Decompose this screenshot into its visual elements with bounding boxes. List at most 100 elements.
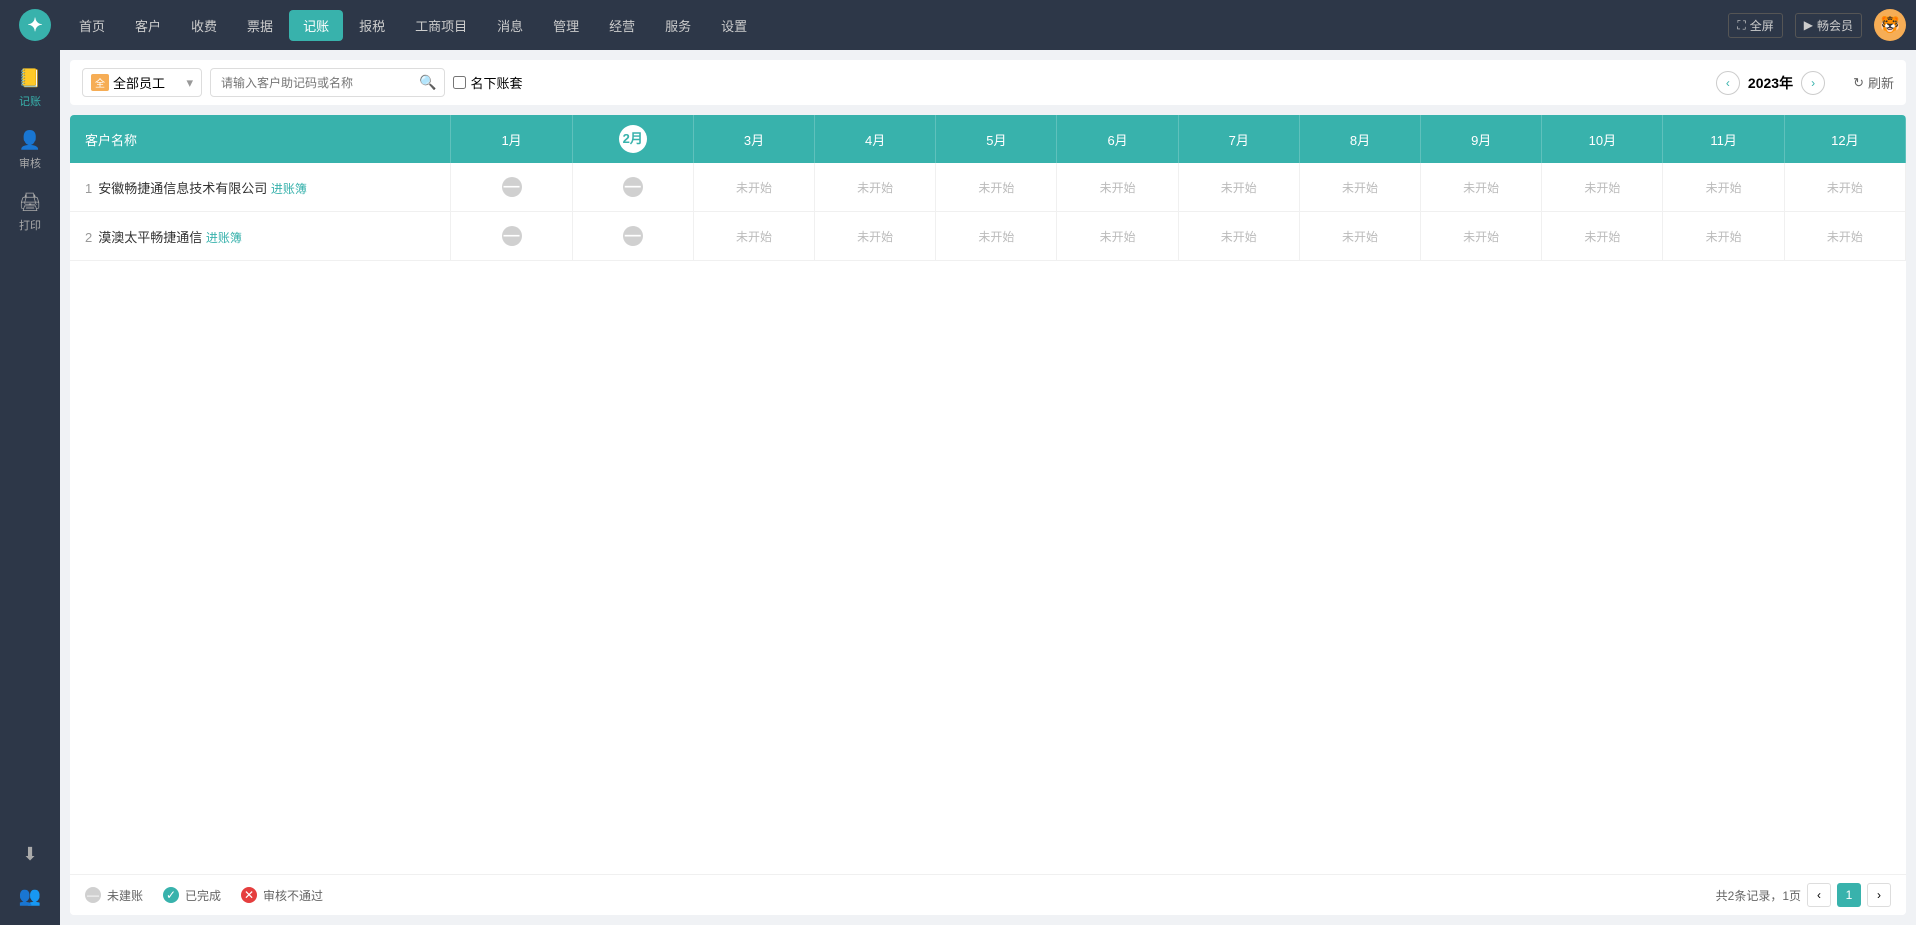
vip-label: 畅会员 [1817, 17, 1853, 34]
user-avatar[interactable]: 🐯 [1874, 9, 1906, 41]
cell-m2: — [572, 212, 693, 261]
status-not-started: 未开始 [1706, 181, 1742, 195]
refresh-button[interactable]: ↻ 刷新 [1853, 73, 1894, 92]
sidebar-icon: 🖨 [19, 192, 42, 213]
page-next-button[interactable]: › [1867, 883, 1891, 907]
nav-item-收费[interactable]: 收费 [177, 10, 231, 41]
nav-item-客户[interactable]: 客户 [121, 10, 175, 41]
status-not-started: 未开始 [1584, 181, 1620, 195]
column-m2: 2月 [572, 115, 693, 163]
toolbar: 全 全部员工 ▾ 🔍 名下账套 ‹ 2023年 › ↻ 刷新 [70, 60, 1906, 105]
year-next-button[interactable]: › [1801, 71, 1825, 95]
cell-m4: 未开始 [815, 163, 936, 212]
enter-account-link[interactable]: 进账簿 [206, 231, 242, 245]
app-logo: ✦ [10, 9, 60, 41]
sidebar-bottom-item[interactable]: ⬇ [4, 836, 56, 873]
legend-rejected: ✕ 审核不通过 [241, 887, 323, 904]
legend-completed-label: 已完成 [185, 887, 221, 904]
cell-m1: — [451, 163, 572, 212]
nav-item-经营[interactable]: 经营 [595, 10, 649, 41]
main-table: 客户名称1月2月3月4月5月6月7月8月9月10月11月12月 1安徽畅捷通信息… [70, 115, 1906, 261]
column-m10: 10月 [1542, 115, 1663, 163]
top-navigation: ✦ 首页客户收费票据记账报税工商项目消息管理经营服务设置 ⛶ 全屏 ▶ 畅会员 … [0, 0, 1916, 50]
vip-button[interactable]: ▶ 畅会员 [1795, 13, 1862, 38]
nav-item-管理[interactable]: 管理 [539, 10, 593, 41]
nav-item-消息[interactable]: 消息 [483, 10, 537, 41]
status-not-started: 未开始 [1221, 230, 1257, 244]
fullscreen-icon: ⛶ [1737, 18, 1745, 33]
page-prev-button[interactable]: ‹ [1807, 883, 1831, 907]
column-m4: 4月 [815, 115, 936, 163]
table-footer: — 未建账 ✓ 已完成 ✕ 审核不通过 共2条记录，1页 ‹ 1 › [70, 874, 1906, 915]
column-m5: 5月 [936, 115, 1057, 163]
cell-m3: 未开始 [693, 212, 814, 261]
status-not-started: 未开始 [978, 230, 1014, 244]
status-minus-icon: — [502, 177, 522, 197]
cell-m12: 未开始 [1784, 163, 1905, 212]
sidebar-bottom-icon: 👥 [19, 886, 41, 907]
cell-m5: 未开始 [936, 163, 1057, 212]
cell-m1: — [451, 212, 572, 261]
sidebar-item-记账[interactable]: 📒 记账 [4, 60, 56, 117]
status-not-started: 未开始 [1463, 230, 1499, 244]
year-nav: ‹ 2023年 › [1716, 71, 1825, 95]
search-input[interactable] [211, 71, 411, 95]
refresh-icon: ↻ [1853, 75, 1864, 91]
cell-m9: 未开始 [1421, 163, 1542, 212]
status-not-started: 未开始 [1221, 181, 1257, 195]
cell-m9: 未开始 [1421, 212, 1542, 261]
status-not-started: 未开始 [1463, 181, 1499, 195]
nav-item-服务[interactable]: 服务 [651, 10, 705, 41]
status-not-started: 未开始 [1342, 181, 1378, 195]
column-m6: 6月 [1057, 115, 1178, 163]
column-m11: 11月 [1663, 115, 1784, 163]
cell-m5: 未开始 [936, 212, 1057, 261]
cell-name: 1安徽畅捷通信息技术有限公司 进账簿 [70, 163, 451, 212]
nav-item-设置[interactable]: 设置 [707, 10, 761, 41]
sidebar-label: 记账 [19, 93, 41, 109]
year-text: 2023年 [1748, 73, 1793, 93]
legend-not-started: — 未建账 [85, 887, 143, 904]
nav-items: 首页客户收费票据记账报税工商项目消息管理经营服务设置 [65, 10, 1728, 41]
vip-icon: ▶ [1804, 18, 1813, 32]
status-not-started: 未开始 [1706, 230, 1742, 244]
sidebar-item-审核[interactable]: 👤审核 [4, 122, 56, 179]
legend-completed: ✓ 已完成 [163, 887, 221, 904]
sidebar-label: 审核 [19, 155, 41, 171]
status-not-started: 未开始 [1100, 230, 1136, 244]
sidebar-label: 打印 [19, 217, 41, 233]
sidebar-item-打印[interactable]: 🖨 打印 [4, 184, 56, 241]
nav-item-首页[interactable]: 首页 [65, 10, 119, 41]
enter-account-link[interactable]: 进账簿 [271, 182, 307, 196]
column-m8: 8月 [1299, 115, 1420, 163]
table-row: 2漠澳太平畅捷通信 进账簿——未开始未开始未开始未开始未开始未开始未开始未开始未… [70, 212, 1906, 261]
active-month: 2月 [619, 125, 647, 153]
employee-icon: 全 [91, 74, 109, 91]
status-minus-icon: — [502, 226, 522, 246]
checkbox-text: 名下账套 [470, 73, 522, 92]
sidebar-bottom-item[interactable]: 👥 [4, 878, 56, 915]
sidebar-icon: 📒 [19, 68, 41, 89]
year-prev-button[interactable]: ‹ [1716, 71, 1740, 95]
cell-m4: 未开始 [815, 212, 936, 261]
cell-m6: 未开始 [1057, 163, 1178, 212]
employee-select[interactable]: 全 全部员工 ▾ [82, 68, 202, 97]
nav-item-票据[interactable]: 票据 [233, 10, 287, 41]
table-scroll: 客户名称1月2月3月4月5月6月7月8月9月10月11月12月 1安徽畅捷通信息… [70, 115, 1906, 874]
legend-teal-icon: ✓ [163, 887, 179, 903]
checkbox-label[interactable]: 名下账套 [453, 73, 522, 92]
nav-item-工商项目[interactable]: 工商项目 [401, 10, 481, 41]
legend-gray-icon: — [85, 887, 101, 903]
status-not-started: 未开始 [857, 181, 893, 195]
cell-m7: 未开始 [1178, 212, 1299, 261]
cell-name: 2漠澳太平畅捷通信 进账簿 [70, 212, 451, 261]
nav-item-报税[interactable]: 报税 [345, 10, 399, 41]
filter-checkbox[interactable] [453, 76, 466, 89]
status-not-started: 未开始 [1100, 181, 1136, 195]
nav-item-记账[interactable]: 记账 [289, 10, 343, 41]
fullscreen-button[interactable]: ⛶ 全屏 [1728, 13, 1782, 38]
status-not-started: 未开始 [736, 181, 772, 195]
status-not-started: 未开始 [1827, 230, 1863, 244]
column-name: 客户名称 [70, 115, 451, 163]
search-button[interactable]: 🔍 [411, 69, 444, 96]
